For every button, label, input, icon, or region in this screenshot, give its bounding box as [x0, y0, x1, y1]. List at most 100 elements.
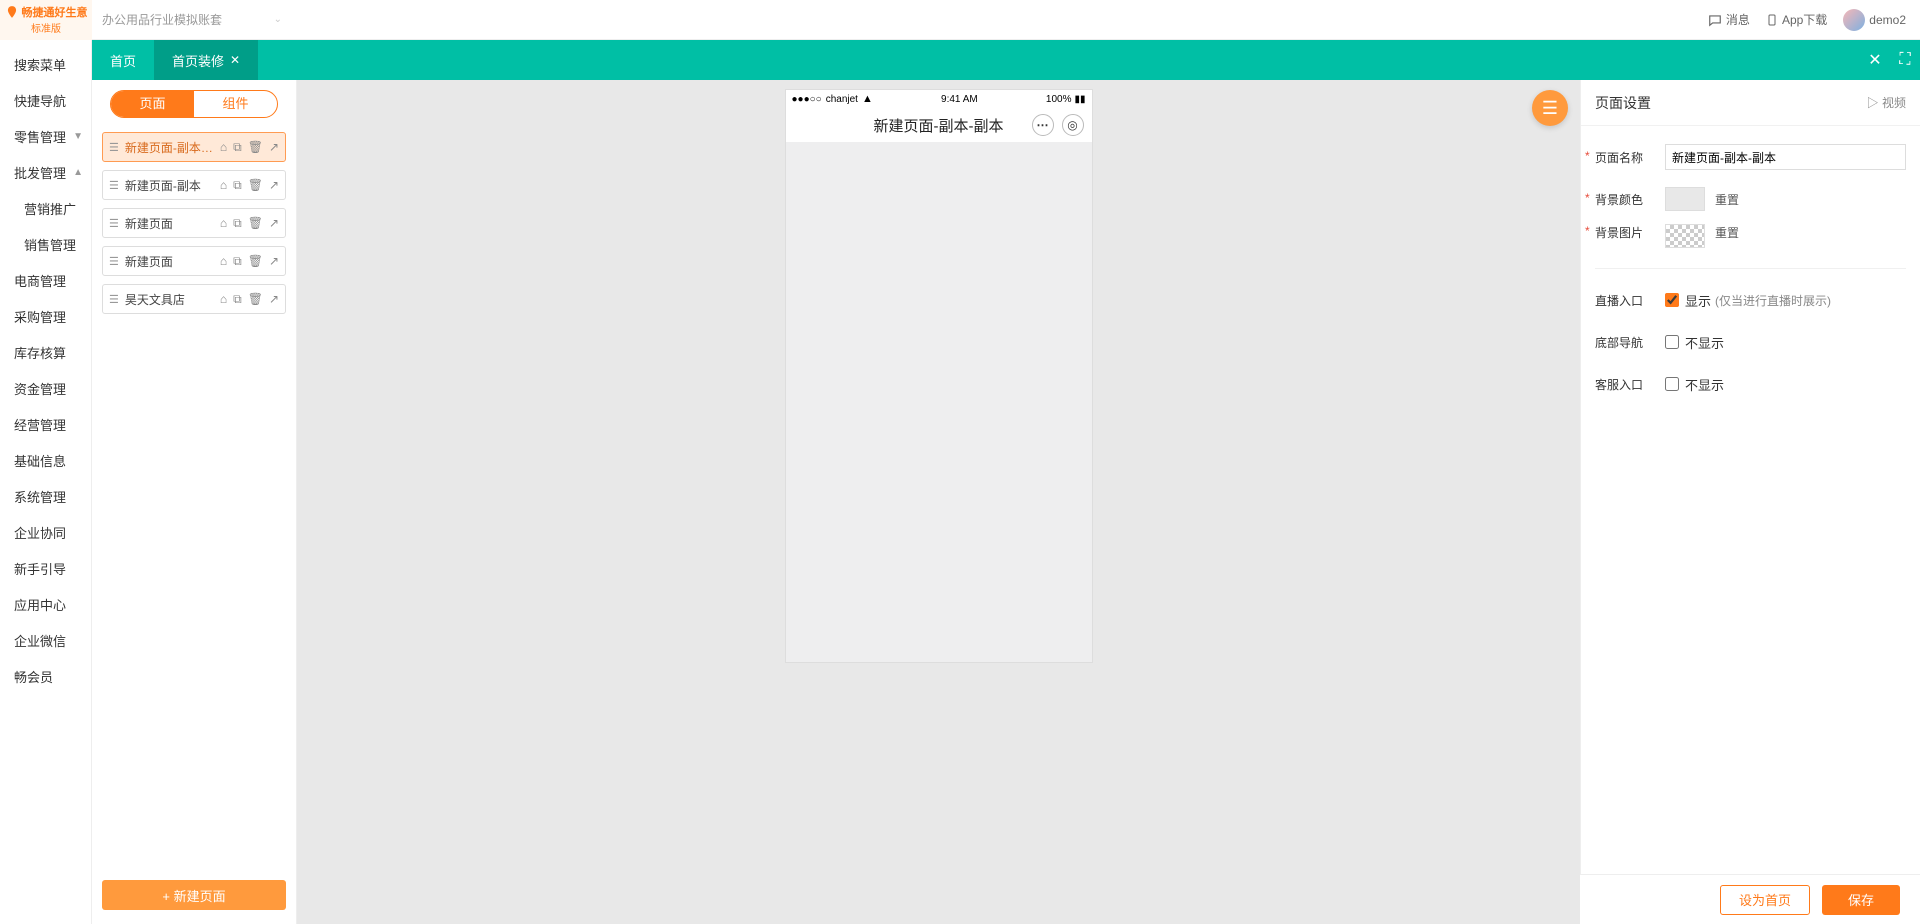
chevron-up-icon: ▲: [73, 167, 83, 178]
copy-icon[interactable]: ⧉: [233, 178, 242, 193]
pages-tab-page[interactable]: 页面: [111, 91, 194, 117]
drag-handle-icon[interactable]: ☰: [109, 179, 119, 192]
sidebar-item-search[interactable]: 搜索菜单: [0, 46, 91, 82]
copy-icon[interactable]: ⧉: [233, 140, 242, 155]
close-panel-button[interactable]: ✕: [1860, 50, 1890, 70]
delete-icon[interactable]: 🗑: [248, 216, 263, 231]
sidebar-item-basicinfo[interactable]: 基础信息: [0, 442, 91, 478]
float-menu-button[interactable]: ☰: [1532, 90, 1568, 126]
drag-handle-icon[interactable]: ☰: [109, 255, 119, 268]
drag-handle-icon[interactable]: ☰: [109, 141, 119, 154]
service-entry-checkbox[interactable]: [1665, 377, 1679, 391]
bottom-nav-checkbox[interactable]: [1665, 335, 1679, 349]
pages-panel: 页面 组件 ☰ 新建页面-副本-... ⌂ ⧉ 🗑 ↗ ☰ 新建页面-副本: [92, 80, 297, 924]
set-home-button[interactable]: 设为首页: [1720, 885, 1810, 915]
video-help-link[interactable]: ▷ 视频: [1867, 94, 1906, 111]
drag-handle-icon[interactable]: ☰: [109, 217, 119, 230]
copy-icon[interactable]: ⧉: [233, 292, 242, 307]
service-entry-label: 客服入口: [1595, 376, 1665, 393]
share-icon[interactable]: ↗: [269, 140, 279, 155]
bg-image-picker[interactable]: [1665, 224, 1705, 248]
bg-image-reset[interactable]: 重置: [1715, 224, 1739, 241]
sidebar-item-operation[interactable]: 经营管理: [0, 406, 91, 442]
fullscreen-button[interactable]: ⛶: [1890, 51, 1920, 69]
page-row[interactable]: ☰ 新建页面 ⌂ ⧉ 🗑 ↗: [102, 208, 286, 238]
live-entry-checkbox[interactable]: [1665, 293, 1679, 307]
sidebar-item-quicknav[interactable]: 快捷导航: [0, 82, 91, 118]
sidebar-item-wechat[interactable]: 企业微信: [0, 622, 91, 658]
bg-color-reset[interactable]: 重置: [1715, 191, 1739, 208]
avatar: [1843, 9, 1865, 31]
share-icon[interactable]: ↗: [269, 216, 279, 231]
home-icon[interactable]: ⌂: [220, 140, 227, 155]
mini-menu-icon[interactable]: [1032, 114, 1054, 136]
sidebar-item-member[interactable]: 畅会员: [0, 658, 91, 694]
bg-image-label: 背景图片: [1595, 224, 1665, 241]
messages-button[interactable]: 消息: [1708, 11, 1750, 28]
home-icon[interactable]: ⌂: [220, 254, 227, 269]
drag-handle-icon[interactable]: ☰: [109, 293, 119, 306]
page-row[interactable]: ☰ 新建页面-副本-... ⌂ ⧉ 🗑 ↗: [102, 132, 286, 162]
home-icon[interactable]: ⌂: [220, 292, 227, 307]
account-select[interactable]: 办公用品行业模拟账套 ⌄: [92, 0, 292, 40]
home-icon[interactable]: ⌂: [220, 216, 227, 231]
delete-icon[interactable]: 🗑: [248, 292, 263, 307]
canvas: ☰ ●●●○○chanjet ▲ 9:41 AM 100%▮▮ 新建页面-副本-…: [297, 80, 1580, 924]
bottom-nav-label: 底部导航: [1595, 334, 1665, 351]
delete-icon[interactable]: 🗑: [248, 140, 263, 155]
sidebar-item-ecommerce[interactable]: 电商管理: [0, 262, 91, 298]
save-button[interactable]: 保存: [1822, 885, 1900, 915]
sidebar-item-system[interactable]: 系统管理: [0, 478, 91, 514]
delete-icon[interactable]: 🗑: [248, 254, 263, 269]
live-entry-label: 直播入口: [1595, 292, 1665, 309]
close-tab-icon[interactable]: ✕: [230, 53, 240, 67]
topbar-actions: 消息 App下载 demo2: [1708, 9, 1906, 31]
wifi-icon: ▲: [862, 93, 873, 105]
sidebar-item-inventory[interactable]: 库存核算: [0, 334, 91, 370]
delete-icon[interactable]: 🗑: [248, 178, 263, 193]
new-page-button[interactable]: + 新建页面: [102, 880, 286, 910]
user-menu[interactable]: demo2: [1843, 9, 1906, 31]
share-icon[interactable]: ↗: [269, 254, 279, 269]
bg-color-swatch[interactable]: [1665, 187, 1705, 211]
phone-icon: [1766, 13, 1778, 27]
page-row[interactable]: ☰ 新建页面-副本 ⌂ ⧉ 🗑 ↗: [102, 170, 286, 200]
phone-body[interactable]: [786, 142, 1092, 662]
sidebar-item-finance[interactable]: 资金管理: [0, 370, 91, 406]
copy-icon[interactable]: ⧉: [233, 216, 242, 231]
phone-preview: ●●●○○chanjet ▲ 9:41 AM 100%▮▮ 新建页面-副本-副本: [786, 90, 1092, 662]
sidebar-item-wholesale[interactable]: 批发管理▲: [0, 154, 91, 190]
phone-statusbar: ●●●○○chanjet ▲ 9:41 AM 100%▮▮: [786, 90, 1092, 108]
status-time: 9:41 AM: [941, 94, 978, 105]
sidebar-item-retail[interactable]: 零售管理▼: [0, 118, 91, 154]
share-icon[interactable]: ↗: [269, 178, 279, 193]
sidebar-item-appcenter[interactable]: 应用中心: [0, 586, 91, 622]
pages-tab-component[interactable]: 组件: [194, 91, 277, 117]
phone-titlebar: 新建页面-副本-副本: [786, 108, 1092, 142]
page-row[interactable]: ☰ 新建页面 ⌂ ⧉ 🗑 ↗: [102, 246, 286, 276]
home-icon[interactable]: ⌂: [220, 178, 227, 193]
message-icon: [1708, 13, 1722, 27]
signal-icon: ●●●○○: [792, 94, 822, 105]
share-icon[interactable]: ↗: [269, 292, 279, 307]
sidebar-item-purchase[interactable]: 采购管理: [0, 298, 91, 334]
sidebar-item-guide[interactable]: 新手引导: [0, 550, 91, 586]
mini-close-icon[interactable]: [1062, 114, 1084, 136]
tab-strip: 首页 首页装修 ✕ ✕ ⛶: [92, 40, 1920, 80]
page-name-label: 页面名称: [1595, 149, 1665, 166]
settings-title: 页面设置: [1595, 93, 1651, 113]
sidebar-item-marketing[interactable]: 营销推广: [0, 190, 91, 226]
chevron-down-icon: ⌄: [274, 14, 282, 25]
battery-icon: ▮▮: [1074, 94, 1085, 105]
sidebar: 搜索菜单 快捷导航 零售管理▼ 批发管理▲ 营销推广 销售管理 电商管理 采购管…: [0, 40, 92, 924]
copy-icon[interactable]: ⧉: [233, 254, 242, 269]
sidebar-item-sales[interactable]: 销售管理: [0, 226, 91, 262]
page-name-input[interactable]: [1665, 144, 1906, 170]
tab-home[interactable]: 首页: [92, 40, 154, 80]
phone-title: 新建页面-副本-副本: [874, 115, 1004, 136]
pages-panel-tabs: 页面 组件: [110, 90, 278, 118]
page-row[interactable]: ☰ 昊天文具店 ⌂ ⧉ 🗑 ↗: [102, 284, 286, 314]
sidebar-item-enterprise[interactable]: 企业协同: [0, 514, 91, 550]
tab-page-editor[interactable]: 首页装修 ✕: [154, 40, 258, 80]
app-download-button[interactable]: App下载: [1766, 11, 1827, 28]
